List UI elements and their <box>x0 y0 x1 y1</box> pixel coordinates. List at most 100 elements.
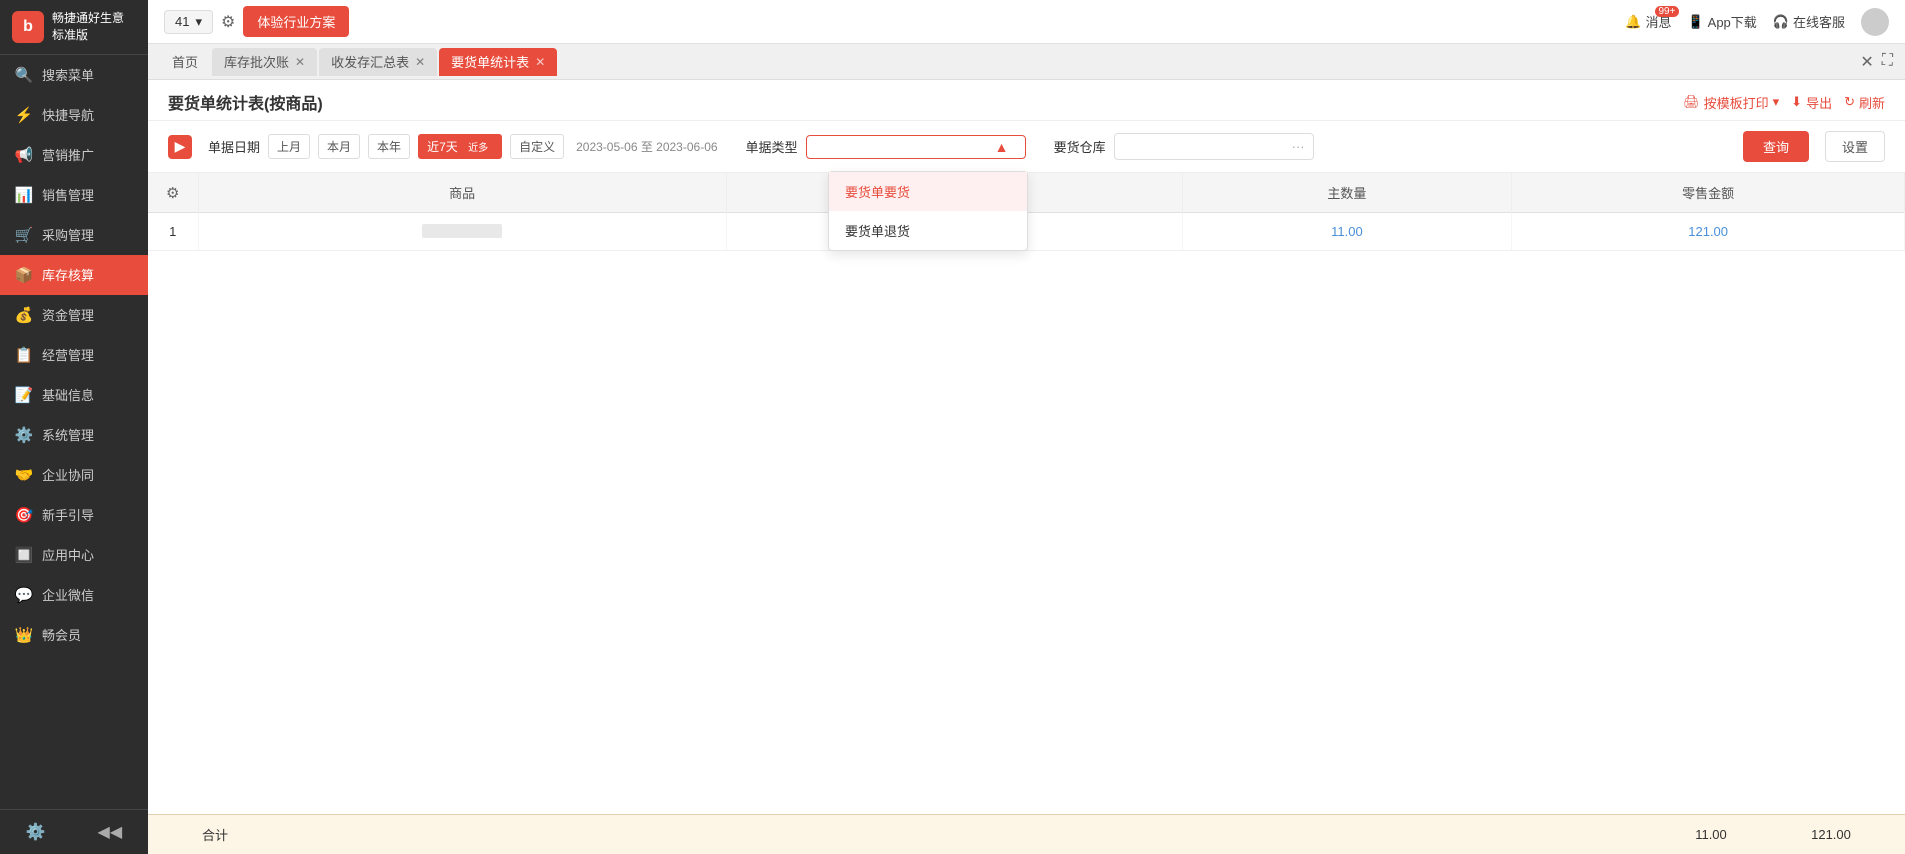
online-service-btn[interactable]: 🎧 在线客服 <box>1773 12 1845 31</box>
date-range: 2023-05-06 至 2023-06-06 <box>576 138 717 155</box>
gear-icon: ⚙️ <box>14 425 34 445</box>
chevron-down-icon: ▾ <box>195 14 202 30</box>
cell-amount: 121.00 <box>1512 213 1905 251</box>
col-qty: 主数量 <box>1182 173 1512 213</box>
sidebar-item-marketing[interactable]: 📢 营销推广 <box>0 135 148 175</box>
sidebar-item-finance[interactable]: 💰 资金管理 <box>0 295 148 335</box>
tabs-bar: 首页 库存批次账 ✕ 收发存汇总表 ✕ 要货单统计表 ✕ ✕ ⛶ <box>148 44 1905 80</box>
filter-toggle-btn[interactable]: ▶ <box>168 135 192 159</box>
col-settings-icon[interactable]: ⚙ <box>166 185 179 202</box>
chart-icon: 📊 <box>14 185 34 205</box>
messages-badge: 99+ <box>1655 6 1680 17</box>
warehouse-label: 要货仓库 <box>1054 137 1106 156</box>
printer-icon: 🖨 <box>1683 94 1700 110</box>
footer-label: 合计 <box>162 825 462 844</box>
handshake-icon: 🤝 <box>14 465 34 485</box>
footer-amount: 121.00 <box>1771 827 1891 842</box>
chevron-up-icon[interactable]: ▲ <box>995 139 1009 155</box>
logo-icon: b <box>12 11 44 43</box>
dropdown-item-1[interactable]: 要货单退货 <box>829 211 1027 250</box>
megaphone-icon: 📢 <box>14 145 34 165</box>
clipboard-icon: 📋 <box>14 345 34 365</box>
sidebar-item-basic[interactable]: 📝 基础信息 <box>0 375 148 415</box>
main-area: 41 ▾ ⚙ 体验行业方案 🔔 消息 99+ 📱 App下载 🎧 在线客服 <box>148 0 1905 854</box>
topbar: 41 ▾ ⚙ 体验行业方案 🔔 消息 99+ 📱 App下载 🎧 在线客服 <box>148 0 1905 44</box>
page-header: 要货单统计表(按商品) 🖨 按模板打印 ▾ ⬇ 导出 ↻ 刷新 <box>148 80 1905 121</box>
type-input-wrap[interactable]: ▲ <box>806 135 1026 159</box>
col-amount: 零售金额 <box>1512 173 1905 213</box>
note-icon: 📝 <box>14 385 34 405</box>
col-product: 商品 <box>198 173 726 213</box>
tab-close-receive[interactable]: ✕ <box>415 55 425 69</box>
date-btn-prev-month[interactable]: 上月 <box>268 134 310 159</box>
sidebar-item-inventory[interactable]: 📦 库存核算 <box>0 255 148 295</box>
type-dropdown: 要货单要货 要货单退货 <box>828 171 1028 251</box>
tab-close-order[interactable]: ✕ <box>535 55 545 69</box>
settings-btn[interactable]: 设置 <box>1825 131 1885 162</box>
col-settings: ⚙ <box>148 173 198 213</box>
sidebar-item-purchase[interactable]: 🛒 采购管理 <box>0 215 148 255</box>
type-filter-group: 单据类型 ▲ <box>746 135 1026 159</box>
tab-expand: ✕ ⛶ <box>1860 52 1893 72</box>
print-template-btn[interactable]: 🖨 按模板打印 ▾ <box>1683 93 1779 112</box>
trial-btn[interactable]: 体验行业方案 <box>243 6 349 37</box>
close-window-icon[interactable]: ✕ <box>1860 52 1873 72</box>
date-btn-custom[interactable]: 自定义 <box>510 134 564 159</box>
lightning-icon: ⚡ <box>14 105 34 125</box>
query-btn[interactable]: 查询 <box>1743 131 1809 162</box>
date-btn-this-month[interactable]: 本月 <box>318 134 360 159</box>
grid-icon: 🔲 <box>14 545 34 565</box>
table-footer: 合计 11.00 121.00 <box>148 814 1905 854</box>
mobile-icon: 📱 <box>1687 14 1703 30</box>
sidebar-item-shortcut[interactable]: ⚡ 快捷导航 <box>0 95 148 135</box>
sidebar-item-appstore[interactable]: 🔲 应用中心 <box>0 535 148 575</box>
date-btn-recent7[interactable]: 近7天 近多 <box>418 134 502 159</box>
export-btn[interactable]: ⬇ 导出 <box>1791 93 1832 112</box>
settings-footer-btn[interactable]: ⚙️ <box>18 818 54 846</box>
type-input[interactable] <box>815 139 995 154</box>
sidebar-footer: ⚙️ ◀◀ <box>0 809 148 854</box>
date-btn-this-year[interactable]: 本年 <box>368 134 410 159</box>
warehouse-input-text <box>1123 137 1136 156</box>
tab-receive[interactable]: 收发存汇总表 ✕ <box>319 48 437 76</box>
app-download-btn[interactable]: 📱 App下载 <box>1687 12 1756 31</box>
tab-batch[interactable]: 库存批次账 ✕ <box>212 48 317 76</box>
avatar[interactable] <box>1861 8 1889 36</box>
search-icon: 🔍 <box>14 65 34 85</box>
warehouse-more-icon[interactable]: ··· <box>1292 139 1305 154</box>
logo: b 畅捷通好生意 标准版 <box>0 0 148 55</box>
money-icon: 💰 <box>14 305 34 325</box>
topbar-number: 41 ▾ <box>164 10 213 34</box>
table-area: ⚙ 商品 主计量单位 主数量 零售金额 1 块 11.00 121.00 <box>148 173 1905 814</box>
maximize-icon[interactable]: ⛶ <box>1882 52 1893 72</box>
page-title: 要货单统计表(按商品) <box>168 90 323 114</box>
collapse-btn[interactable]: ◀◀ <box>90 818 131 846</box>
cell-no: 1 <box>148 213 198 251</box>
tab-order[interactable]: 要货单统计表 ✕ <box>439 48 557 76</box>
dropdown-item-0[interactable]: 要货单要货 <box>829 172 1027 211</box>
sidebar-item-wechat[interactable]: 💬 企业微信 <box>0 575 148 615</box>
date-filter-group: 单据日期 上月 本月 本年 近7天 近多 自定义 2023-05-06 至 20… <box>208 134 718 159</box>
sidebar-item-system[interactable]: ⚙️ 系统管理 <box>0 415 148 455</box>
filter-bar: ▶ 单据日期 上月 本月 本年 近7天 近多 自定义 2023-05-06 至 … <box>148 121 1905 173</box>
type-label: 单据类型 <box>746 137 798 156</box>
topbar-gear-icon[interactable]: ⚙ <box>221 12 235 32</box>
headset-icon: 🎧 <box>1773 14 1789 30</box>
sidebar-item-operation[interactable]: 📋 经营管理 <box>0 335 148 375</box>
sidebar-item-sales[interactable]: 📊 销售管理 <box>0 175 148 215</box>
sidebar-item-guide[interactable]: 🎯 新手引导 <box>0 495 148 535</box>
sidebar-item-enterprise[interactable]: 🤝 企业协同 <box>0 455 148 495</box>
sidebar-item-member[interactable]: 👑 畅会员 <box>0 615 148 655</box>
product-name-placeholder <box>422 224 502 238</box>
chevron-down-small-icon: ▾ <box>1773 94 1780 110</box>
date-label: 单据日期 <box>208 137 260 156</box>
warehouse-input-wrap[interactable]: ··· <box>1114 133 1314 160</box>
cell-product <box>198 213 726 251</box>
tab-close-batch[interactable]: ✕ <box>295 55 305 69</box>
refresh-btn[interactable]: ↻ 刷新 <box>1844 93 1885 112</box>
sidebar-item-search[interactable]: 🔍 搜索菜单 <box>0 55 148 95</box>
messages-btn[interactable]: 🔔 消息 99+ <box>1625 12 1671 31</box>
recent-badge: 近多 <box>463 143 493 154</box>
topbar-left: 41 ▾ ⚙ 体验行业方案 <box>164 6 1613 37</box>
tab-home[interactable]: 首页 <box>160 48 210 76</box>
